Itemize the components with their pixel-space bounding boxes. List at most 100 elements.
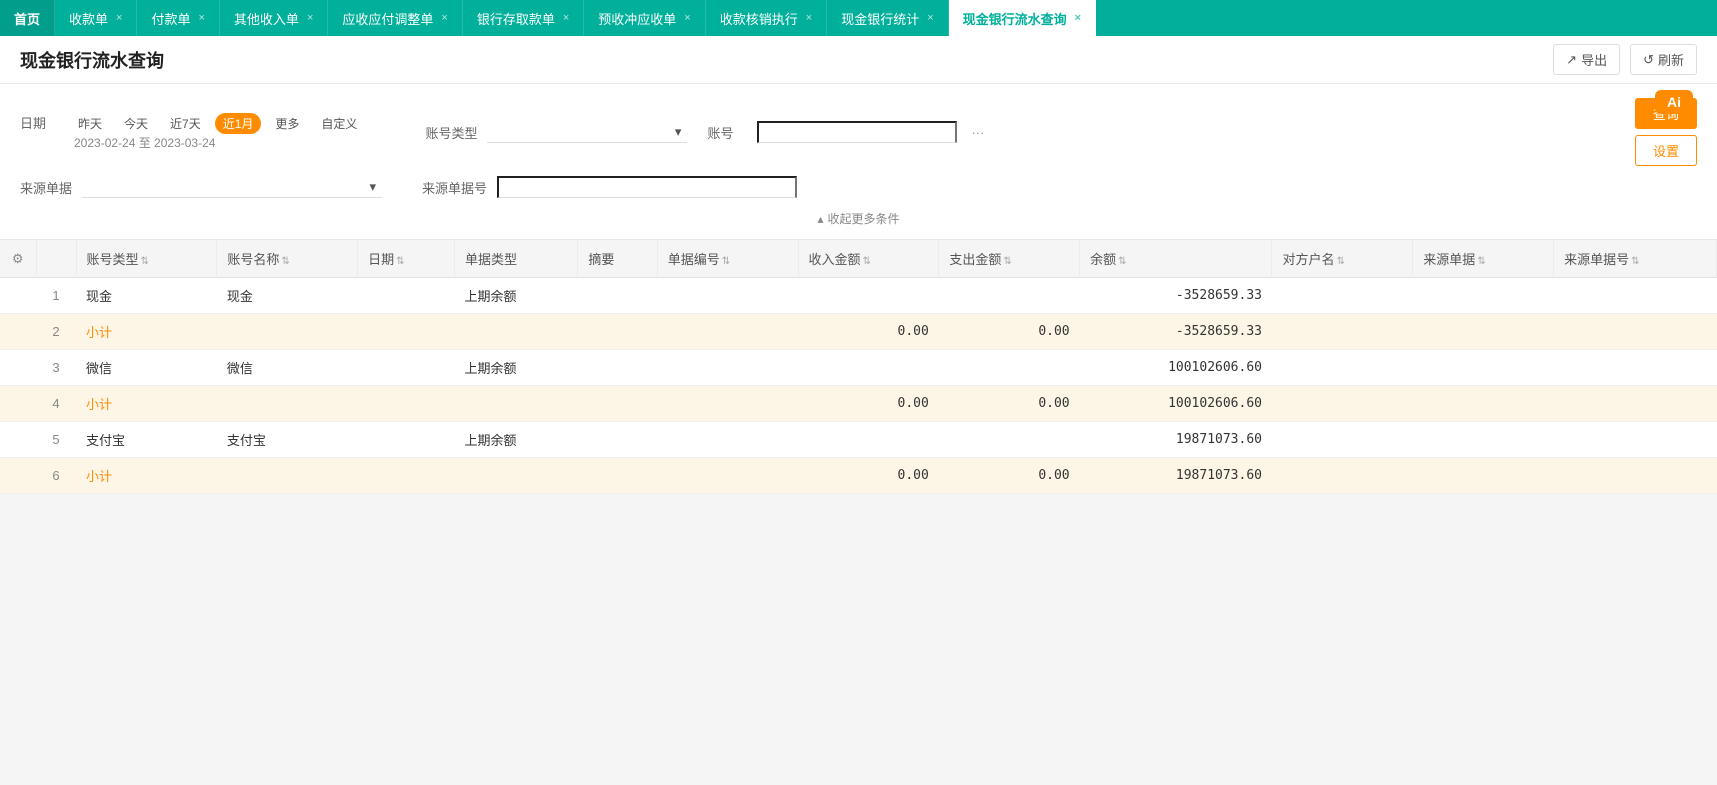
col-header-source_doc_no[interactable]: 来源单据号⇅ [1554,240,1717,278]
topnav-item-receipt[interactable]: 收款单× [55,0,137,36]
cell-source_doc [1413,458,1554,494]
cell-counterparty [1272,386,1413,422]
col-header-doc_type: 单据类型 [455,240,578,278]
account-input[interactable] [757,121,957,143]
cell-date [358,278,455,314]
date-shortcut-自定义[interactable]: 自定义 [313,113,365,134]
export-button[interactable]: ↗ 导出 [1553,44,1620,75]
col-header-expense[interactable]: 支出金额⇅ [939,240,1080,278]
ai-badge[interactable]: Ai [1655,90,1693,114]
topnav-label-cash-flow: 现金银行流水查询 [963,9,1067,28]
filter-row-2: 来源单据 来源单据号 [20,176,1697,198]
date-shortcut-今天[interactable]: 今天 [116,113,156,134]
table-row: 1现金现金上期余额-3528659.33 [0,278,1717,314]
close-icon-writeoff[interactable]: × [806,12,812,24]
topnav-item-other-income[interactable]: 其他收入单 × [220,0,328,36]
cell-balance: 19871073.60 [1080,422,1272,458]
refresh-button[interactable]: ↺ 刷新 [1630,44,1697,75]
date-shortcut-近1月[interactable]: 近1月 [215,113,262,134]
cell-source_doc [1413,314,1554,350]
cell-doc_type [455,386,578,422]
table-row: 4小计0.000.00100102606.60 [0,386,1717,422]
date-shortcuts: 昨天今天近7天近1月更多自定义 [70,113,365,134]
cell-account_type: 支付宝 [76,422,217,458]
cell-account_type: 现金 [76,278,217,314]
collapse-button[interactable]: 收起更多条件 [807,208,909,229]
cell-date [358,386,455,422]
cell-index: 2 [36,314,76,350]
table-row: 2小计0.000.00-3528659.33 [0,314,1717,350]
topnav-label-other-income: 其他收入单 [234,9,299,28]
topnav-label-bank-withdraw: 银行存取款单 [477,9,555,28]
close-icon-receipt[interactable]: × [116,12,122,24]
topnav-item-home[interactable]: 首页 [0,0,55,36]
topnav-item-payment[interactable]: 付款单× [137,0,219,36]
topnav-label-cash-stat: 现金银行统计 [841,9,919,28]
col-header-account_name[interactable]: 账号名称⇅ [217,240,358,278]
sort-icon-counterparty: ⇅ [1337,256,1345,267]
cell-source_doc_no [1554,458,1717,494]
cell-index: 6 [36,458,76,494]
col-header-doc_no[interactable]: 单据编号⇅ [657,240,798,278]
date-shortcut-更多[interactable]: 更多 [267,113,307,134]
account-filter: 账号 ··· [707,121,988,143]
col-header-counterparty[interactable]: 对方户名⇅ [1272,240,1413,278]
account-type-select[interactable] [487,122,687,143]
data-table-container: ⚙账号类型⇅账号名称⇅日期⇅单据类型摘要单据编号⇅收入金额⇅支出金额⇅余额⇅对方… [0,240,1717,494]
export-icon: ↗ [1566,52,1577,68]
cell-source_doc_no [1554,350,1717,386]
cell-account_name: 支付宝 [217,422,358,458]
date-shortcut-昨天[interactable]: 昨天 [70,113,110,134]
cell-source_doc [1413,278,1554,314]
topnav-item-bank-withdraw[interactable]: 银行存取款单 × [463,0,584,36]
topnav-item-cash-stat[interactable]: 现金银行统计 × [827,0,948,36]
cell-index: 4 [36,386,76,422]
source-doc-select[interactable] [82,177,382,198]
close-icon-advance-offset[interactable]: × [684,12,690,24]
account-label: 账号 [707,123,747,142]
close-icon-payment[interactable]: × [198,12,204,24]
topnav-item-ar-adjust[interactable]: 应收应付调整单× [328,0,462,36]
top-navigation: 首页收款单×付款单×其他收入单×应收应付调整单×银行存取款单×预收冲应收单×收款… [0,0,1717,36]
date-filter: 日期 昨天今天近7天近1月更多自定义 2023-02-24 至 2023-03-… [20,113,365,151]
col-header-gear: ⚙ [0,240,36,278]
close-icon-ar-adjust[interactable]: × [441,12,447,24]
topnav-item-advance-offset[interactable]: 预收冲应收单× [584,0,705,36]
topnav-item-cash-flow[interactable]: 现金银行流水查询 × [949,0,1096,36]
cell-income: 0.00 [798,314,939,350]
topnav-item-writeoff[interactable]: 收款核销执行× [706,0,827,36]
close-icon-other-income[interactable]: × [307,12,313,24]
cell-account_type: 小计 [76,314,217,350]
col-header-source_doc[interactable]: 来源单据⇅ [1413,240,1554,278]
col-header-income[interactable]: 收入金额⇅ [798,240,939,278]
sort-icon-date: ⇅ [396,256,404,267]
col-header-account_type[interactable]: 账号类型⇅ [76,240,217,278]
cell-counterparty [1272,350,1413,386]
col-header-balance[interactable]: 余额⇅ [1080,240,1272,278]
cell-doc_type: 上期余额 [455,278,578,314]
close-icon-cash-stat[interactable]: × [927,12,933,24]
cell-doc_type: 上期余额 [455,422,578,458]
sort-icon-source_doc: ⇅ [1477,256,1485,267]
cell-counterparty [1272,422,1413,458]
account-dots[interactable]: ··· [967,125,988,140]
cell-expense: 0.00 [939,386,1080,422]
source-doc-no-label: 来源单据号 [422,178,487,197]
settings-button[interactable]: 设置 [1635,135,1697,166]
source-doc-no-input[interactable] [497,176,797,198]
sort-icon-balance: ⇅ [1118,256,1126,267]
col-header-index [36,240,76,278]
date-shortcut-近7天[interactable]: 近7天 [162,113,209,134]
cell-gear [0,350,36,386]
close-icon-bank-withdraw[interactable]: × [563,12,569,24]
cell-income [798,422,939,458]
cell-doc_type [455,314,578,350]
page-header: 现金银行流水查询 ↗ 导出 ↺ 刷新 [0,36,1717,84]
account-type-filter: 账号类型 [425,122,687,143]
topnav-label-home: 首页 [14,9,40,28]
col-header-date[interactable]: 日期⇅ [358,240,455,278]
header-actions: ↗ 导出 ↺ 刷新 [1553,44,1697,75]
close-icon-cash-flow[interactable]: × [1075,12,1081,24]
cell-account_name: 现金 [217,278,358,314]
cell-gear [0,386,36,422]
